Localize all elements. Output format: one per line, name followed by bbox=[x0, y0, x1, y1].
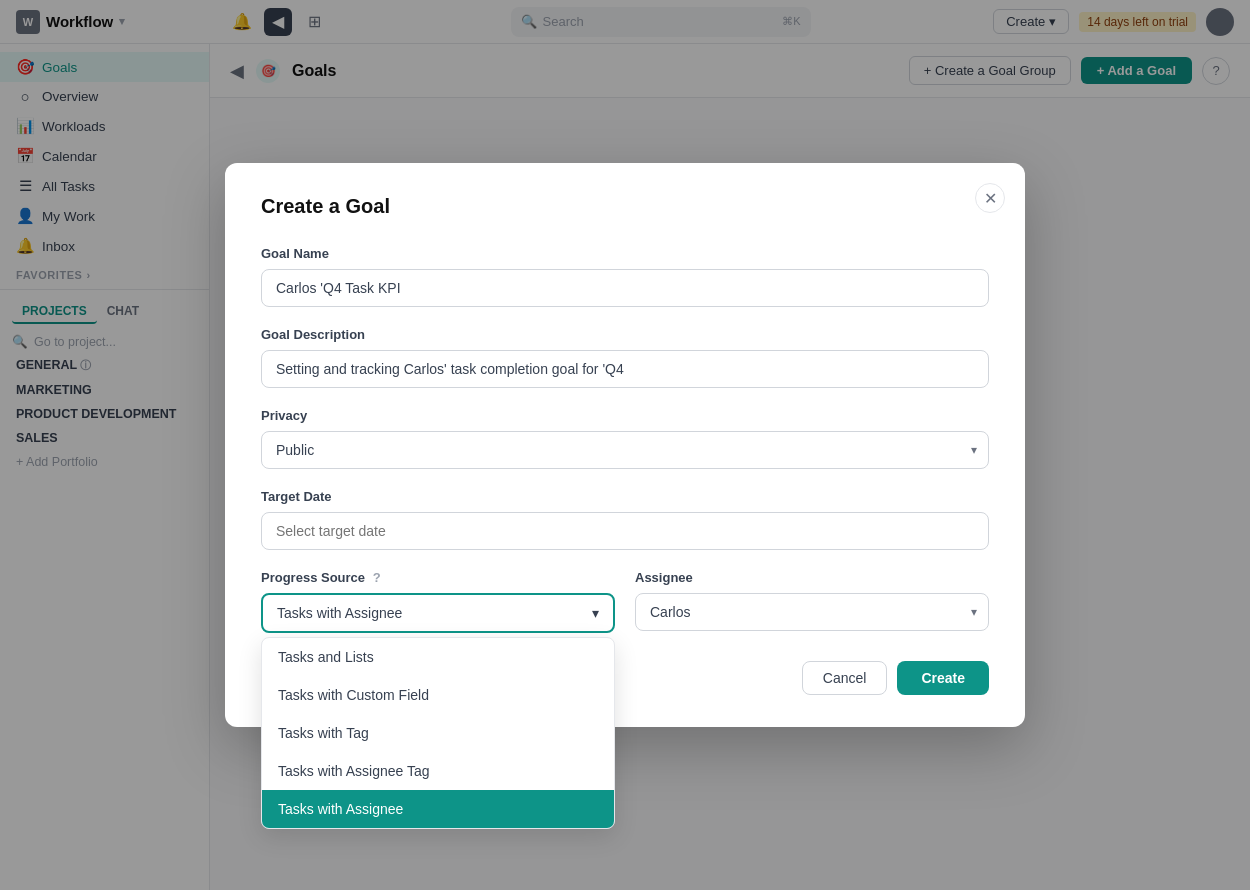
privacy-group: Privacy Public Private ▾ bbox=[261, 408, 989, 469]
dropdown-item-tasks-custom[interactable]: Tasks with Custom Field bbox=[262, 676, 614, 714]
privacy-select-wrapper: Public Private ▾ bbox=[261, 431, 989, 469]
close-button[interactable]: ✕ bbox=[975, 183, 1005, 213]
assignee-select[interactable]: Carlos Other bbox=[635, 593, 989, 631]
progress-source-menu: Tasks and Lists Tasks with Custom Field … bbox=[261, 637, 615, 829]
assignee-col: Assignee Carlos Other ▾ bbox=[635, 570, 989, 633]
privacy-label: Privacy bbox=[261, 408, 989, 423]
create-button[interactable]: Create bbox=[897, 661, 989, 695]
progress-assignee-row: Progress Source ? Tasks with Assignee ▾ … bbox=[261, 570, 989, 633]
chevron-down-icon: ▾ bbox=[592, 605, 599, 621]
privacy-select[interactable]: Public Private bbox=[261, 431, 989, 469]
dropdown-item-tasks-assignee-tag[interactable]: Tasks with Assignee Tag bbox=[262, 752, 614, 790]
progress-source-value: Tasks with Assignee bbox=[277, 605, 402, 621]
progress-source-label: Progress Source ? bbox=[261, 570, 615, 585]
target-date-input[interactable] bbox=[261, 512, 989, 550]
goal-name-label: Goal Name bbox=[261, 246, 989, 261]
goal-desc-input[interactable] bbox=[261, 350, 989, 388]
assignee-label: Assignee bbox=[635, 570, 989, 585]
target-date-label: Target Date bbox=[261, 489, 989, 504]
modal-overlay: Create a Goal ✕ Goal Name Goal Descripti… bbox=[0, 0, 1250, 890]
dropdown-item-tasks-lists[interactable]: Tasks and Lists bbox=[262, 638, 614, 676]
goal-desc-label: Goal Description bbox=[261, 327, 989, 342]
progress-source-dropdown: Tasks with Assignee ▾ Tasks and Lists Ta… bbox=[261, 593, 615, 633]
progress-source-trigger[interactable]: Tasks with Assignee ▾ bbox=[261, 593, 615, 633]
goal-desc-group: Goal Description bbox=[261, 327, 989, 388]
create-goal-modal: Create a Goal ✕ Goal Name Goal Descripti… bbox=[225, 163, 1025, 727]
dropdown-item-tasks-assignee[interactable]: Tasks with Assignee bbox=[262, 790, 614, 828]
goal-name-input[interactable] bbox=[261, 269, 989, 307]
info-icon: ? bbox=[373, 570, 381, 585]
cancel-button[interactable]: Cancel bbox=[802, 661, 888, 695]
target-date-group: Target Date bbox=[261, 489, 989, 550]
goal-name-group: Goal Name bbox=[261, 246, 989, 307]
assignee-select-wrapper: Carlos Other ▾ bbox=[635, 593, 989, 631]
modal-title: Create a Goal bbox=[261, 195, 989, 218]
dropdown-item-tasks-tag[interactable]: Tasks with Tag bbox=[262, 714, 614, 752]
progress-source-col: Progress Source ? Tasks with Assignee ▾ … bbox=[261, 570, 615, 633]
